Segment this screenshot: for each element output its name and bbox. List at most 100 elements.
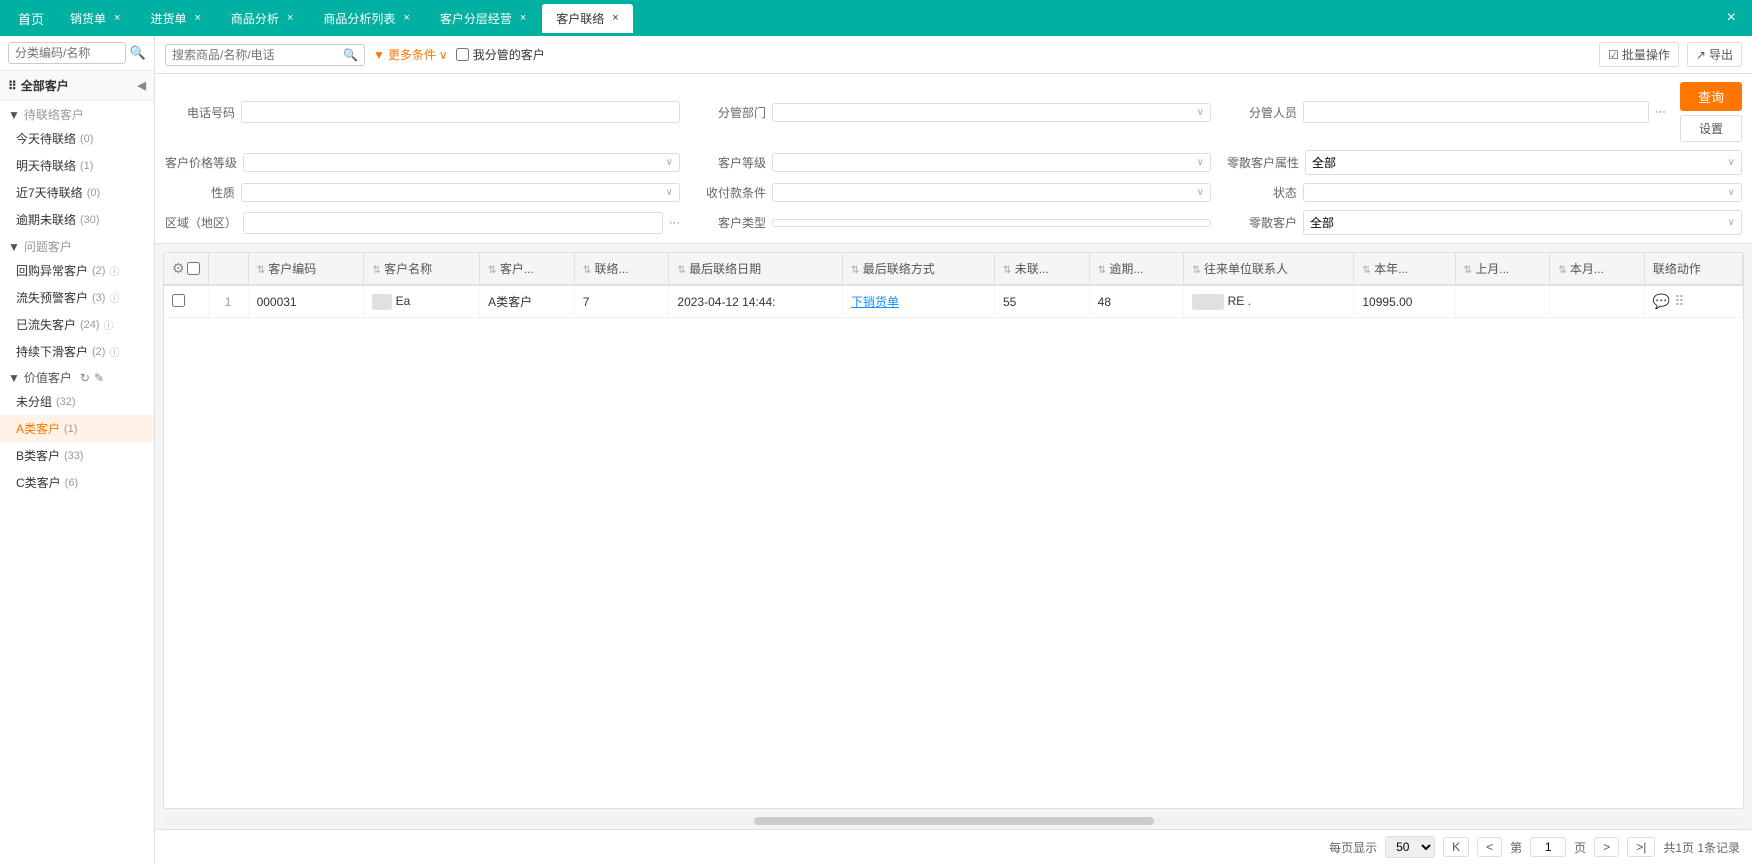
- next-page-button[interactable]: >: [1594, 837, 1619, 857]
- close-purchase-order-icon[interactable]: ×: [194, 12, 200, 24]
- first-page-button[interactable]: K: [1443, 837, 1469, 857]
- toolbar-search-input[interactable]: [172, 48, 339, 62]
- all-customers-header[interactable]: ⠿ 全部客户 ◀: [0, 71, 154, 101]
- tab-customer-contact[interactable]: 客户联络 ×: [542, 4, 632, 33]
- col-this-month[interactable]: ⇅ 本月...: [1550, 253, 1645, 285]
- name-avatar: [372, 294, 392, 310]
- last-page-button[interactable]: >|: [1627, 837, 1655, 857]
- sidebar-search-icon[interactable]: 🔍: [130, 45, 146, 61]
- col-last-month[interactable]: ⇅ 上月...: [1455, 253, 1550, 285]
- price-level-select[interactable]: ∨: [243, 153, 680, 172]
- filter-row-dept: 分管部门 ∨: [696, 82, 1211, 142]
- per-page-select[interactable]: 50 100 200: [1385, 836, 1435, 858]
- settings-button[interactable]: 设置: [1680, 115, 1742, 142]
- page-number-input[interactable]: [1530, 837, 1566, 857]
- info-icon-1: ⓘ: [109, 263, 119, 278]
- chat-icon[interactable]: 💬: [1653, 293, 1670, 310]
- tab-sales-order[interactable]: 销货单 ×: [56, 4, 134, 33]
- expand-icon3[interactable]: ▼: [8, 371, 20, 385]
- sidebar-item-7day-pending[interactable]: 近7天待联络 (0): [0, 179, 154, 206]
- col-customer-type[interactable]: ⇅ 客户...: [480, 253, 575, 285]
- sidebar: 🔍 ⠿ 全部客户 ◀ ▼ 待联络客户 今天待联络 (0) 明天待联络 (1) 近…: [0, 36, 155, 864]
- col-contact-person[interactable]: ⇅ 往来单位联系人: [1184, 253, 1354, 285]
- prev-page-button[interactable]: <: [1477, 837, 1502, 857]
- col-sort-icon10: ⇅: [1362, 265, 1370, 276]
- col-this-year[interactable]: ⇅ 本年...: [1354, 253, 1455, 285]
- filter-panel: 电话号码 分管部门 ∨ 分管人员 ··· 查询 设置: [155, 74, 1752, 244]
- payment-select[interactable]: ∨: [772, 183, 1211, 202]
- tab-purchase-order[interactable]: 进货单 ×: [136, 4, 214, 33]
- nature-select[interactable]: ∨: [241, 183, 680, 202]
- total-records-label: 共1页 1条记录: [1663, 839, 1740, 856]
- region-more-btn[interactable]: ···: [669, 217, 680, 229]
- col-settings[interactable]: ⚙: [164, 253, 208, 285]
- sidebar-search-input[interactable]: [8, 42, 126, 64]
- sidebar-item-declining[interactable]: 持续下滑客户 (2) ⓘ: [0, 338, 154, 365]
- close-customer-segment-icon[interactable]: ×: [520, 12, 526, 24]
- expand-icon[interactable]: ▼: [8, 108, 20, 122]
- sidebar-item-c-class[interactable]: C类客户 (6): [0, 469, 154, 496]
- customer-type-select[interactable]: [772, 219, 1211, 227]
- status-select[interactable]: ∨: [1303, 183, 1742, 202]
- sidebar-item-tomorrow-pending[interactable]: 明天待联络 (1): [0, 152, 154, 179]
- main-layout: 🔍 ⠿ 全部客户 ◀ ▼ 待联络客户 今天待联络 (0) 明天待联络 (1) 近…: [0, 36, 1752, 864]
- batch-operation-button[interactable]: ☑ 批量操作: [1599, 42, 1679, 67]
- phone-input[interactable]: [241, 101, 680, 123]
- close-sales-order-icon[interactable]: ×: [114, 12, 120, 24]
- tab-product-analysis-list[interactable]: 商品分析列表 ×: [309, 4, 423, 33]
- manager-input[interactable]: [1303, 101, 1649, 123]
- info-icon-3: ⓘ: [104, 317, 114, 332]
- retail-customer-select[interactable]: 全部 ∨: [1303, 210, 1742, 235]
- tab-product-analysis[interactable]: 商品分析 ×: [217, 4, 307, 33]
- sidebar-item-today-pending[interactable]: 今天待联络 (0): [0, 125, 154, 152]
- sidebar-item-churned[interactable]: 已流失客户 (24) ⓘ: [0, 311, 154, 338]
- sidebar-item-b-class[interactable]: B类客户 (33): [0, 442, 154, 469]
- home-tab[interactable]: 首页: [8, 3, 54, 34]
- more-filter-button[interactable]: ▼ 更多条件 ∨: [373, 46, 448, 63]
- filter-row-phone: 电话号码: [165, 82, 680, 142]
- sidebar-item-churn-risk[interactable]: 流失预警客户 (3) ⓘ: [0, 284, 154, 311]
- col-last-contact-date[interactable]: ⇅ 最后联络日期: [669, 253, 843, 285]
- collapse-icon[interactable]: ◀: [138, 79, 146, 92]
- search-button[interactable]: 查询: [1680, 82, 1742, 111]
- edit-value-icon[interactable]: ✎: [94, 371, 104, 385]
- expand-icon2[interactable]: ▼: [8, 240, 20, 254]
- retail-attr-select[interactable]: 全部 ∨: [1305, 150, 1742, 175]
- sidebar-item-ungrouped[interactable]: 未分组 (32): [0, 388, 154, 415]
- col-contact-count[interactable]: ⇅ 联络...: [574, 253, 669, 285]
- col-not-contacted[interactable]: ⇅ 未联...: [994, 253, 1089, 285]
- close-customer-contact-icon[interactable]: ×: [612, 12, 618, 24]
- price-level-chevron-icon: ∨: [666, 157, 673, 168]
- sidebar-item-abnormal-repurchase[interactable]: 回购异常客户 (2) ⓘ: [0, 257, 154, 284]
- col-overdue[interactable]: ⇅ 逾期...: [1089, 253, 1184, 285]
- select-all-checkbox[interactable]: [187, 262, 200, 275]
- close-product-analysis-icon[interactable]: ×: [287, 12, 293, 24]
- my-customer-checkbox[interactable]: 我分管的客户: [456, 46, 545, 63]
- customer-level-label: 客户等级: [696, 154, 766, 171]
- table-settings-icon[interactable]: ⚙: [172, 260, 185, 277]
- last-contact-method-link[interactable]: 下销货单: [851, 295, 899, 309]
- horizontal-scrollbar-thumb[interactable]: [754, 817, 1154, 825]
- customer-level-select[interactable]: ∨: [772, 153, 1211, 172]
- manager-more-btn[interactable]: ···: [1655, 106, 1666, 118]
- qrcode-icon[interactable]: ⠿: [1674, 293, 1684, 310]
- col-name[interactable]: ⇅ 客户名称: [364, 253, 480, 285]
- region-input[interactable]: [243, 212, 663, 234]
- row-checkbox[interactable]: [172, 294, 185, 307]
- close-product-analysis-list-icon[interactable]: ×: [403, 12, 409, 24]
- tab-customer-segment[interactable]: 客户分层经营 ×: [426, 4, 540, 33]
- dept-select[interactable]: ∨: [772, 103, 1211, 122]
- dept-chevron-icon: ∨: [1197, 107, 1204, 118]
- refresh-icon[interactable]: ↻: [80, 371, 90, 385]
- pending-contact-group: ▼ 待联络客户: [0, 101, 154, 125]
- toolbar-search-icon[interactable]: 🔍: [343, 48, 358, 62]
- close-all-tabs-icon[interactable]: ×: [1719, 5, 1744, 31]
- col-last-contact-method[interactable]: ⇅ 最后联络方式: [843, 253, 995, 285]
- col-code[interactable]: ⇅ 客户编码: [248, 253, 364, 285]
- sidebar-item-a-class[interactable]: A类客户 (1): [0, 415, 154, 442]
- row-contact-count: 7: [574, 285, 669, 318]
- my-customer-check[interactable]: [456, 48, 469, 61]
- sidebar-item-overdue-contact[interactable]: 逾期未联络 (30): [0, 206, 154, 233]
- export-button[interactable]: ↗ 导出: [1687, 42, 1742, 67]
- filter-row-status: 状态 ∨: [1227, 183, 1742, 202]
